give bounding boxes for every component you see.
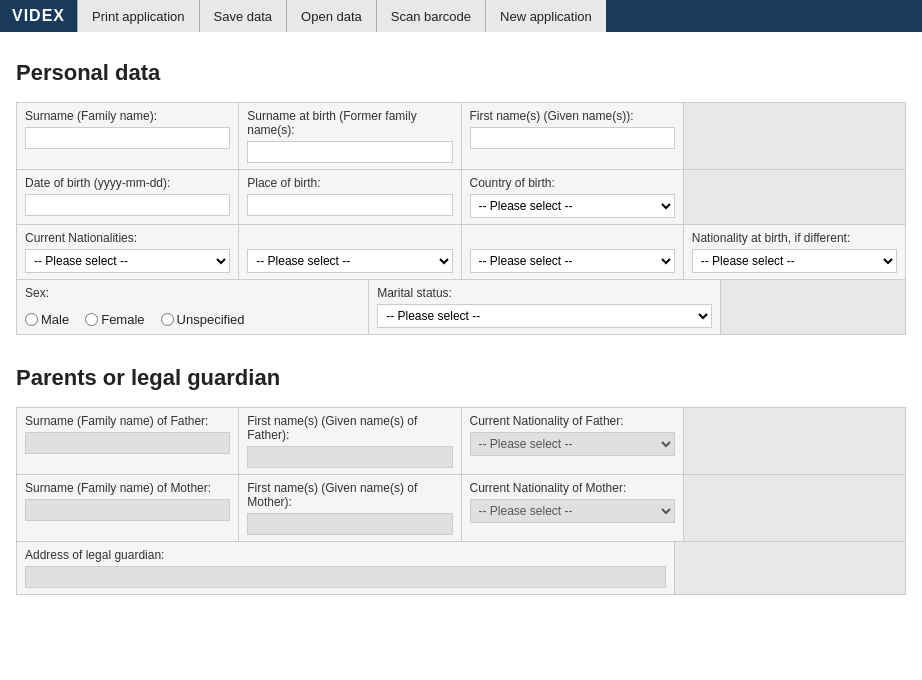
father-firstname-input[interactable] xyxy=(247,446,452,468)
radio-female[interactable] xyxy=(85,313,98,326)
father-firstname-cell: First name(s) (Given name(s) of Father): xyxy=(239,408,461,474)
navbar: VIDEX Print application Save data Open d… xyxy=(0,0,922,32)
mother-firstname-label: First name(s) (Given name(s) of Mother): xyxy=(247,481,452,509)
dob-input[interactable] xyxy=(25,194,230,216)
nationality-at-birth-select[interactable]: -- Please select -- xyxy=(692,249,897,273)
surname-cell: Surname (Family name): xyxy=(17,103,239,169)
radio-unspecified-label[interactable]: Unspecified xyxy=(161,312,245,327)
brand-logo: VIDEX xyxy=(0,7,77,25)
mother-firstname-input[interactable] xyxy=(247,513,452,535)
nationality-2-cell: -- Please select -- xyxy=(239,225,461,279)
nationality-at-birth-cell: Nationality at birth, if different: -- P… xyxy=(684,225,905,279)
dob-cell: Date of birth (yyyy-mm-dd): xyxy=(17,170,239,224)
empty-cell-6 xyxy=(675,542,905,594)
empty-cell-5 xyxy=(684,475,905,541)
radio-unspecified[interactable] xyxy=(161,313,174,326)
sex-cell: Sex: Male Female Unspecified xyxy=(17,280,369,334)
guardian-row: Address of legal guardian: xyxy=(16,541,906,595)
current-nationalities-cell: Current Nationalities: -- Please select … xyxy=(17,225,239,279)
name-row: Surname (Family name): Surname at birth … xyxy=(16,102,906,169)
dob-label: Date of birth (yyyy-mm-dd): xyxy=(25,176,230,190)
guardian-address-label: Address of legal guardian: xyxy=(25,548,666,562)
nationality-2-select[interactable]: -- Please select -- xyxy=(247,249,452,273)
mother-firstname-cell: First name(s) (Given name(s) of Mother): xyxy=(239,475,461,541)
parents-section: Parents or legal guardian Surname (Famil… xyxy=(16,365,906,595)
nav-buttons: Print application Save data Open data Sc… xyxy=(77,0,606,32)
father-surname-cell: Surname (Family name) of Father: xyxy=(17,408,239,474)
mother-surname-label: Surname (Family name) of Mother: xyxy=(25,481,230,495)
personal-data-title: Personal data xyxy=(16,60,906,86)
guardian-address-cell: Address of legal guardian: xyxy=(17,542,675,594)
surname-at-birth-input[interactable] xyxy=(247,141,452,163)
first-name-label: First name(s) (Given name(s)): xyxy=(470,109,675,123)
place-of-birth-input[interactable] xyxy=(247,194,452,216)
marital-status-label: Marital status: xyxy=(377,286,712,300)
sex-label: Sex: xyxy=(25,286,360,300)
dob-row: Date of birth (yyyy-mm-dd): Place of bir… xyxy=(16,169,906,224)
empty-cell-4 xyxy=(684,408,905,474)
marital-status-select[interactable]: -- Please select -- xyxy=(377,304,712,328)
sex-marital-row: Sex: Male Female Unspecified xyxy=(16,279,906,335)
nationalities-row: Current Nationalities: -- Please select … xyxy=(16,224,906,279)
new-application-button[interactable]: New application xyxy=(485,0,606,32)
mother-surname-input[interactable] xyxy=(25,499,230,521)
father-firstname-label: First name(s) (Given name(s) of Father): xyxy=(247,414,452,442)
father-surname-input[interactable] xyxy=(25,432,230,454)
mother-nationality-cell: Current Nationality of Mother: -- Please… xyxy=(462,475,684,541)
current-nationalities-label: Current Nationalities: xyxy=(25,231,230,245)
radio-unspecified-text: Unspecified xyxy=(177,312,245,327)
empty-cell-2 xyxy=(684,170,905,224)
print-application-button[interactable]: Print application xyxy=(77,0,199,32)
empty-cell-3 xyxy=(721,280,905,334)
father-nationality-select[interactable]: -- Please select -- xyxy=(470,432,675,456)
surname-input[interactable] xyxy=(25,127,230,149)
save-data-button[interactable]: Save data xyxy=(199,0,287,32)
radio-female-text: Female xyxy=(101,312,144,327)
mother-surname-cell: Surname (Family name) of Mother: xyxy=(17,475,239,541)
guardian-address-input[interactable] xyxy=(25,566,666,588)
scan-barcode-button[interactable]: Scan barcode xyxy=(376,0,485,32)
radio-male[interactable] xyxy=(25,313,38,326)
nationality-3-label xyxy=(470,231,675,245)
nationality-at-birth-label: Nationality at birth, if different: xyxy=(692,231,897,245)
father-nationality-cell: Current Nationality of Father: -- Please… xyxy=(462,408,684,474)
radio-female-label[interactable]: Female xyxy=(85,312,144,327)
personal-data-section: Personal data Surname (Family name): Sur… xyxy=(16,60,906,335)
father-surname-label: Surname (Family name) of Father: xyxy=(25,414,230,428)
main-content: Personal data Surname (Family name): Sur… xyxy=(0,32,922,645)
country-of-birth-cell: Country of birth: -- Please select -- xyxy=(462,170,684,224)
father-row: Surname (Family name) of Father: First n… xyxy=(16,407,906,474)
father-nationality-label: Current Nationality of Father: xyxy=(470,414,675,428)
nationality-1-select[interactable]: -- Please select -- xyxy=(25,249,230,273)
empty-cell-1 xyxy=(684,103,905,169)
radio-male-text: Male xyxy=(41,312,69,327)
surname-label: Surname (Family name): xyxy=(25,109,230,123)
nationality-3-cell: -- Please select -- xyxy=(462,225,684,279)
first-name-input[interactable] xyxy=(470,127,675,149)
radio-male-label[interactable]: Male xyxy=(25,312,69,327)
marital-status-cell: Marital status: -- Please select -- xyxy=(369,280,721,334)
surname-at-birth-label: Surname at birth (Former family name(s): xyxy=(247,109,452,137)
open-data-button[interactable]: Open data xyxy=(286,0,376,32)
place-of-birth-cell: Place of birth: xyxy=(239,170,461,224)
mother-row: Surname (Family name) of Mother: First n… xyxy=(16,474,906,541)
place-of-birth-label: Place of birth: xyxy=(247,176,452,190)
mother-nationality-select[interactable]: -- Please select -- xyxy=(470,499,675,523)
country-of-birth-label: Country of birth: xyxy=(470,176,675,190)
surname-at-birth-cell: Surname at birth (Former family name(s): xyxy=(239,103,461,169)
sex-radio-group: Male Female Unspecified xyxy=(25,304,360,327)
parents-title: Parents or legal guardian xyxy=(16,365,906,391)
first-name-cell: First name(s) (Given name(s)): xyxy=(462,103,684,169)
nationality-2-label xyxy=(247,231,452,245)
mother-nationality-label: Current Nationality of Mother: xyxy=(470,481,675,495)
nationality-3-select[interactable]: -- Please select -- xyxy=(470,249,675,273)
country-of-birth-select[interactable]: -- Please select -- xyxy=(470,194,675,218)
